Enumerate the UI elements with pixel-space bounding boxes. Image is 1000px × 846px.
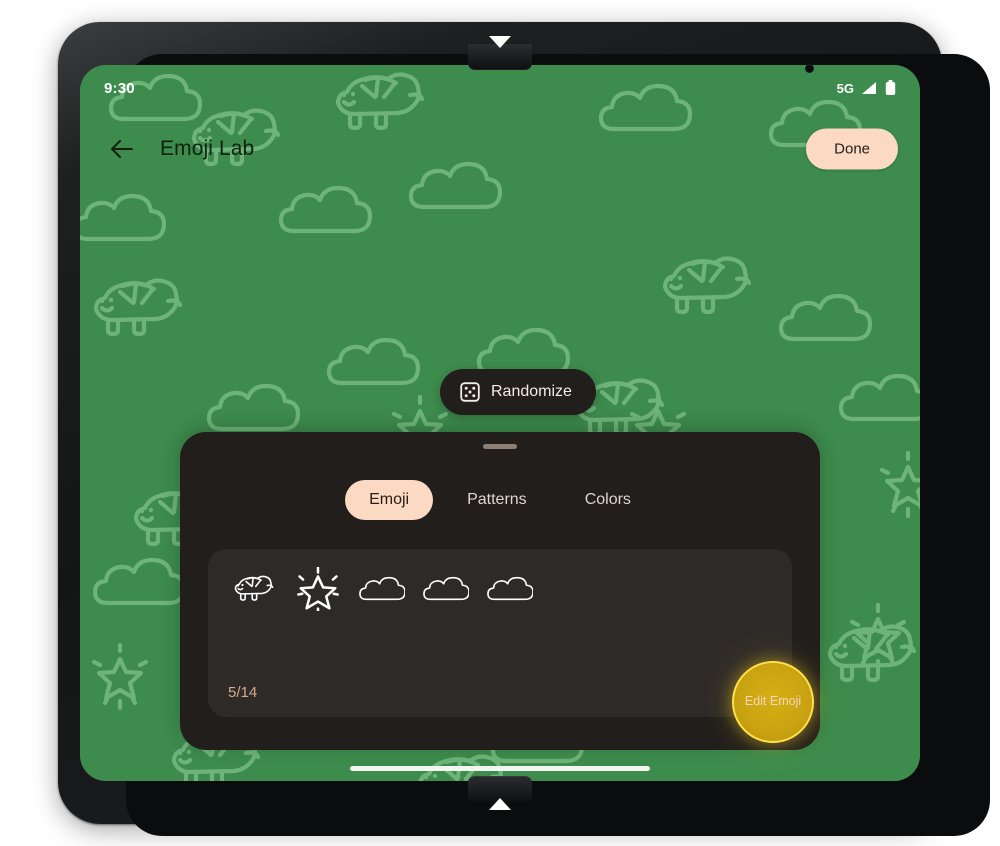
tab-colors[interactable]: Colors: [561, 480, 655, 520]
emoji-item-cloud-1[interactable]: [356, 563, 408, 615]
device-screen: 9:30 5G Emoji Lab Done Randomize Emoji P…: [80, 65, 920, 781]
home-indicator[interactable]: [350, 766, 650, 771]
status-bar: 9:30 5G: [80, 65, 920, 111]
editor-bottom-sheet: Emoji Patterns Colors 5/14 Edit Emoji: [180, 432, 820, 750]
emoji-item-cloud-3[interactable]: [484, 563, 536, 615]
randomize-button[interactable]: Randomize: [440, 369, 596, 415]
emoji-selection-panel: 5/14 Edit Emoji: [208, 549, 814, 743]
sheet-drag-handle[interactable]: [483, 444, 517, 449]
tab-patterns[interactable]: Patterns: [443, 480, 551, 520]
status-time: 9:30: [104, 79, 135, 97]
dice-randomize-icon: [460, 382, 480, 402]
app-bar: Emoji Lab Done: [80, 117, 920, 181]
network-type-label: 5G: [836, 80, 854, 96]
editor-tabs: Emoji Patterns Colors: [180, 480, 820, 520]
emoji-item-cloud-2[interactable]: [420, 563, 472, 615]
battery-icon: [885, 80, 896, 95]
tab-emoji[interactable]: Emoji: [345, 480, 434, 520]
status-indicators: 5G: [837, 80, 896, 96]
back-arrow-icon: [110, 139, 134, 159]
cloud-emoji-icon: [359, 576, 405, 601]
cloud-emoji-icon: [423, 576, 469, 601]
emoji-item-turtle[interactable]: [228, 563, 280, 615]
emoji-list: [228, 563, 536, 615]
signal-bars-icon: [862, 82, 876, 94]
page-title: Emoji Lab: [160, 137, 255, 160]
edit-emoji-button[interactable]: Edit Emoji: [732, 661, 814, 743]
back-button[interactable]: [102, 129, 142, 169]
screenshot-root: 9:30 5G Emoji Lab Done Randomize Emoji P…: [0, 0, 1000, 846]
cloud-emoji-icon: [487, 576, 533, 601]
front-camera-icon: [805, 64, 814, 73]
emoji-item-sparkle-star[interactable]: [292, 563, 344, 615]
emoji-counter: 5/14: [228, 684, 258, 701]
sparkle-star-emoji-icon: [297, 567, 339, 611]
done-button[interactable]: Done: [806, 128, 898, 170]
turtle-emoji-icon: [234, 575, 274, 601]
edit-emoji-label: Edit Emoji: [744, 694, 802, 709]
randomize-label: Randomize: [491, 383, 572, 400]
